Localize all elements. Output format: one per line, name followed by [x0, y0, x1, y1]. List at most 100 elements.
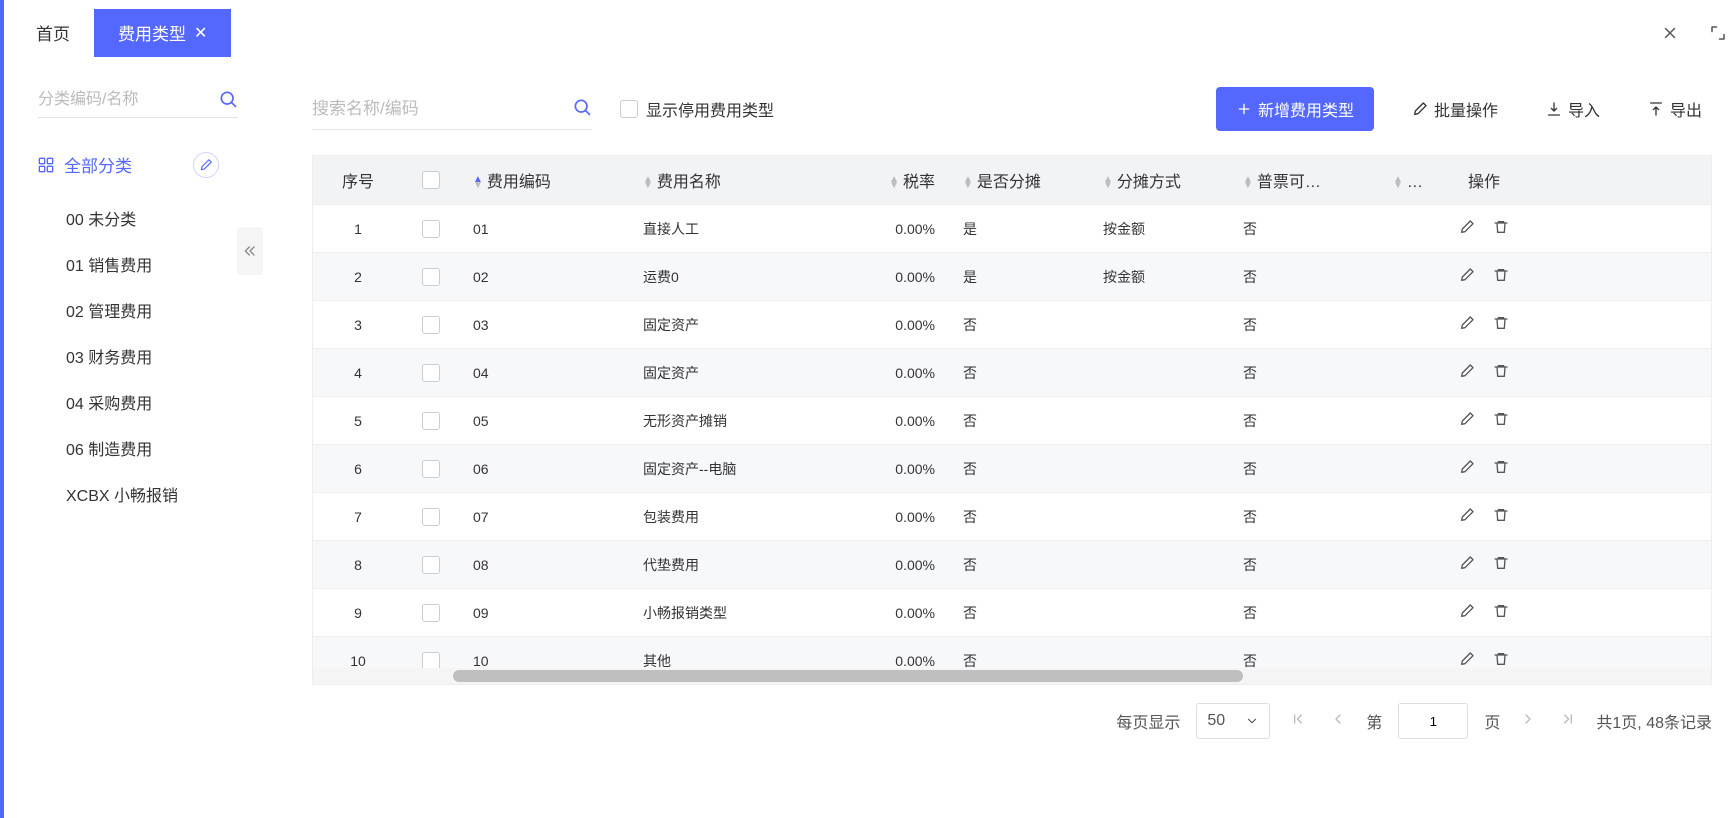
table-row: 707包装费用0.00%否否 [313, 492, 1711, 540]
next-page-button[interactable] [1516, 711, 1540, 732]
edit-category-button[interactable] [193, 152, 219, 178]
sidebar-item[interactable]: 03 财务费用 [38, 333, 280, 379]
close-all-icon[interactable] [1660, 23, 1680, 43]
table-search-input[interactable] [312, 89, 592, 130]
row-delete-button[interactable] [1493, 315, 1509, 334]
cell-ops [1434, 507, 1534, 526]
row-delete-button[interactable] [1493, 459, 1509, 478]
col-name[interactable]: ▲▼费用名称 [629, 168, 839, 192]
row-delete-button[interactable] [1493, 363, 1509, 382]
checkbox-icon [422, 268, 440, 286]
checkbox-icon [422, 604, 440, 622]
row-checkbox[interactable] [403, 268, 459, 286]
row-checkbox[interactable] [403, 460, 459, 478]
tab-home[interactable]: 首页 [12, 9, 94, 57]
row-delete-button[interactable] [1493, 555, 1509, 574]
row-checkbox[interactable] [403, 604, 459, 622]
col-remark[interactable]: ▲▼备注 [1379, 168, 1434, 192]
import-button[interactable]: 导入 [1536, 97, 1610, 121]
row-delete-button[interactable] [1493, 219, 1509, 238]
cell-share: 否 [949, 555, 1089, 575]
row-checkbox[interactable] [403, 364, 459, 382]
cell-name: 运费0 [629, 267, 839, 287]
cell-ops [1434, 555, 1534, 574]
table-search [312, 89, 592, 130]
cell-share: 否 [949, 363, 1089, 383]
row-delete-button[interactable] [1493, 603, 1509, 622]
add-button[interactable]: 新增费用类型 [1216, 87, 1374, 131]
row-checkbox[interactable] [403, 652, 459, 670]
sidebar-search-input[interactable] [38, 83, 238, 118]
cell-ticket: 否 [1229, 267, 1379, 287]
cell-rate: 0.00% [839, 653, 949, 669]
row-edit-button[interactable] [1459, 267, 1475, 286]
fullscreen-icon[interactable] [1708, 23, 1728, 43]
row-edit-button[interactable] [1459, 315, 1475, 334]
horizontal-scrollbar[interactable] [313, 668, 1711, 684]
col-index[interactable]: 序号 [313, 168, 403, 192]
col-select-all[interactable] [403, 171, 459, 189]
row-edit-button[interactable] [1459, 219, 1475, 238]
cell-ticket: 否 [1229, 507, 1379, 527]
row-edit-button[interactable] [1459, 363, 1475, 382]
table-row: 606固定资产--电脑0.00%否否 [313, 444, 1711, 492]
cell-code: 06 [459, 461, 629, 477]
cell-code: 03 [459, 317, 629, 333]
row-edit-button[interactable] [1459, 603, 1475, 622]
row-edit-button[interactable] [1459, 411, 1475, 430]
close-icon[interactable]: ✕ [194, 23, 207, 43]
cell-index: 6 [313, 461, 403, 477]
row-delete-button[interactable] [1493, 411, 1509, 430]
cell-ticket: 否 [1229, 219, 1379, 239]
show-disabled-checkbox[interactable]: 显示停用费用类型 [620, 97, 774, 121]
collapse-sidebar-button[interactable] [237, 227, 263, 275]
row-edit-button[interactable] [1459, 507, 1475, 526]
search-icon[interactable] [218, 89, 238, 112]
col-ticket[interactable]: ▲▼普票可… [1229, 168, 1379, 192]
tab-active[interactable]: 费用类型 ✕ [94, 9, 231, 57]
row-checkbox[interactable] [403, 508, 459, 526]
cell-index: 2 [313, 269, 403, 285]
checkbox-icon [422, 316, 440, 334]
cell-name: 代垫费用 [629, 555, 839, 575]
col-rate[interactable]: ▲▼税率 [839, 168, 949, 192]
row-delete-button[interactable] [1493, 267, 1509, 286]
cell-share: 是 [949, 219, 1089, 239]
col-share[interactable]: ▲▼是否分摊 [949, 168, 1089, 192]
sidebar-item[interactable]: 04 采购费用 [38, 379, 280, 425]
cell-code: 02 [459, 269, 629, 285]
prev-page-button[interactable] [1326, 711, 1350, 732]
last-page-button[interactable] [1556, 711, 1580, 732]
row-checkbox[interactable] [403, 412, 459, 430]
col-method[interactable]: ▲▼分摊方式 [1089, 168, 1229, 192]
row-checkbox[interactable] [403, 556, 459, 574]
export-button[interactable]: 导出 [1638, 97, 1712, 121]
row-checkbox[interactable] [403, 220, 459, 238]
per-page-value: 50 [1207, 712, 1225, 730]
cell-name: 直接人工 [629, 219, 839, 239]
cell-method: 按金额 [1089, 219, 1229, 239]
sidebar-item[interactable]: 06 制造费用 [38, 425, 280, 471]
batch-button[interactable]: 批量操作 [1402, 97, 1508, 121]
cell-code: 09 [459, 605, 629, 621]
per-page-select[interactable]: 50 [1196, 703, 1270, 739]
first-page-button[interactable] [1286, 711, 1310, 732]
page-input[interactable] [1398, 703, 1468, 739]
row-edit-button[interactable] [1459, 459, 1475, 478]
row-delete-button[interactable] [1493, 507, 1509, 526]
sidebar-item[interactable]: XCBX 小畅报销 [38, 471, 280, 517]
search-icon[interactable] [572, 97, 592, 120]
sidebar-item[interactable]: 02 管理费用 [38, 287, 280, 333]
cell-index: 3 [313, 317, 403, 333]
import-button-label: 导入 [1568, 97, 1600, 121]
row-edit-button[interactable] [1459, 555, 1475, 574]
col-code[interactable]: ▲▼费用编码 [459, 168, 629, 192]
cell-name: 固定资产--电脑 [629, 459, 839, 479]
cell-rate: 0.00% [839, 269, 949, 285]
row-checkbox[interactable] [403, 316, 459, 334]
chevron-down-icon [1245, 714, 1259, 728]
tree-root[interactable]: 全部分类 [38, 152, 280, 177]
page-prefix: 第 [1366, 709, 1382, 733]
cell-ops [1434, 315, 1534, 334]
scrollbar-thumb[interactable] [453, 670, 1243, 682]
